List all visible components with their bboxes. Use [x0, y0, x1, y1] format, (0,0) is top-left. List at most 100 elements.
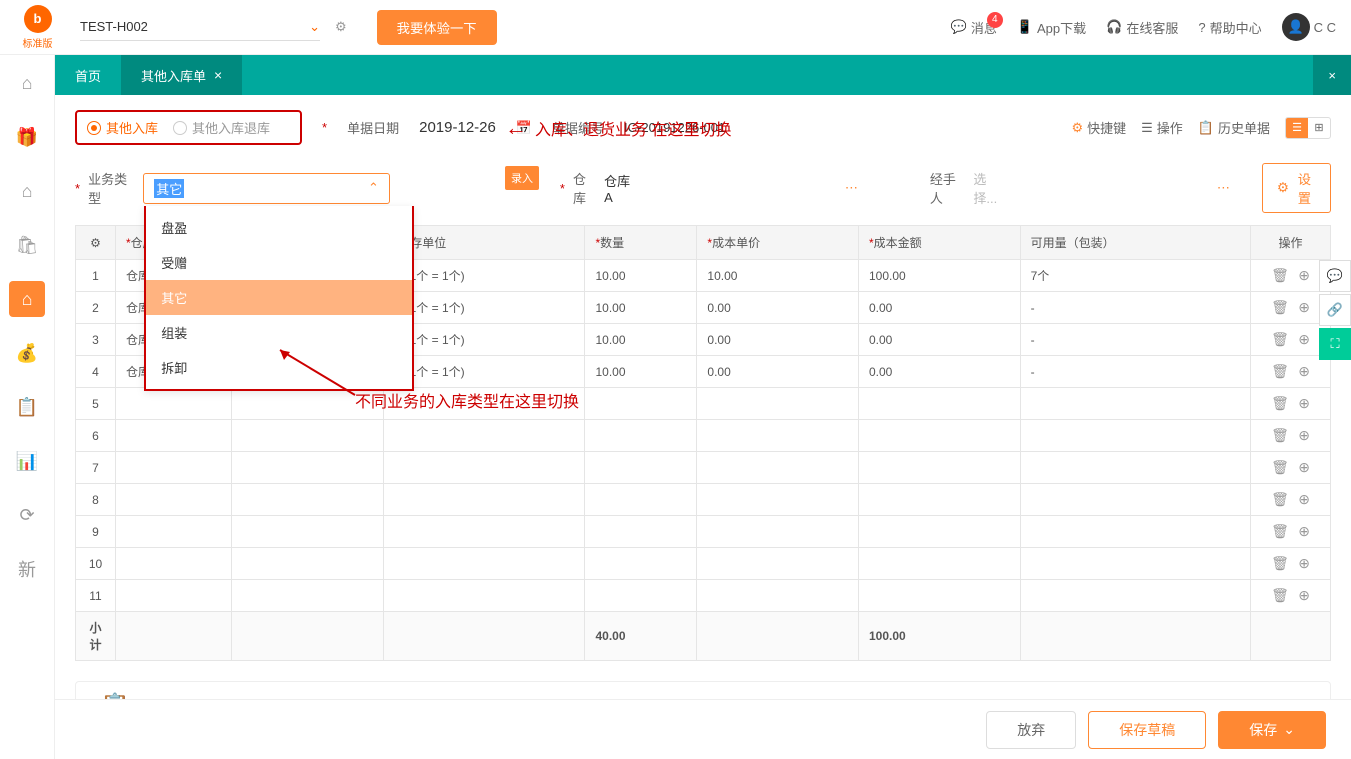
right-link-icon[interactable]: 🔗	[1319, 294, 1351, 326]
shortcut-button[interactable]: ⚙ 快捷键	[1071, 118, 1126, 137]
add-icon[interactable]: ⊕	[1298, 267, 1310, 283]
cell-qty[interactable]: 10.00	[585, 292, 697, 324]
cell-amount[interactable]: 0.00	[859, 324, 1021, 356]
settings-button[interactable]: ⚙ 设置	[1262, 163, 1331, 213]
cell-qty[interactable]	[585, 452, 697, 484]
add-icon[interactable]: ⊕	[1298, 331, 1310, 347]
dropdown-item-shouzeng[interactable]: 受赠	[146, 245, 412, 280]
cell-avail[interactable]	[1020, 548, 1250, 580]
cell-unit[interactable]	[383, 420, 585, 452]
message-button[interactable]: 💬 消息 4	[951, 18, 997, 37]
cell-amount[interactable]	[859, 484, 1021, 516]
cell-spec[interactable]	[232, 516, 383, 548]
radio-inbound[interactable]: 其他入库	[87, 118, 158, 137]
table-row[interactable]: 10 🗑 ⊕	[76, 548, 1331, 580]
cell-price[interactable]: 10.00	[697, 260, 859, 292]
delete-icon[interactable]: 🗑	[1271, 395, 1289, 411]
cell-qty[interactable]	[585, 548, 697, 580]
delete-icon[interactable]: 🗑	[1271, 331, 1289, 347]
cell-price[interactable]: 0.00	[697, 292, 859, 324]
sidebar-bag-icon[interactable]: 🛍	[9, 227, 45, 263]
cell-avail[interactable]	[1020, 452, 1250, 484]
sidebar-refresh-icon[interactable]: ⟳	[9, 497, 45, 533]
cell-avail[interactable]	[1020, 388, 1250, 420]
add-icon[interactable]: ⊕	[1298, 587, 1310, 603]
cell-qty[interactable]	[585, 420, 697, 452]
cell-spec[interactable]	[232, 580, 383, 612]
add-icon[interactable]: ⊕	[1298, 363, 1310, 379]
sidebar-money-icon[interactable]: 💰	[9, 335, 45, 371]
delete-icon[interactable]: 🗑	[1271, 459, 1289, 475]
right-chat-icon[interactable]: 💬	[1319, 260, 1351, 292]
operation-button[interactable]: ☰ 操作	[1141, 118, 1183, 137]
table-row[interactable]: 5 🗑 ⊕	[76, 388, 1331, 420]
add-icon[interactable]: ⊕	[1298, 427, 1310, 443]
cell-amount[interactable]: 0.00	[859, 292, 1021, 324]
cell-price[interactable]: 0.00	[697, 356, 859, 388]
cell-unit[interactable]	[383, 452, 585, 484]
table-row[interactable]: 9 🗑 ⊕	[76, 516, 1331, 548]
cell-price[interactable]	[697, 484, 859, 516]
table-row[interactable]: 8 🗑 ⊕	[76, 484, 1331, 516]
cell-avail[interactable]: -	[1020, 356, 1250, 388]
cell-spec[interactable]	[232, 484, 383, 516]
cell-qty[interactable]	[585, 484, 697, 516]
sidebar-house-icon[interactable]: ⌂	[9, 173, 45, 209]
cell-warehouse[interactable]	[116, 452, 232, 484]
cell-unit[interactable]	[383, 484, 585, 516]
online-service-button[interactable]: 🎧 在线客服	[1106, 18, 1178, 37]
save-draft-button[interactable]: 保存草稿	[1088, 711, 1206, 749]
cell-qty[interactable]: 10.00	[585, 356, 697, 388]
cell-spec[interactable]	[232, 548, 383, 580]
cell-amount[interactable]	[859, 516, 1021, 548]
cell-qty[interactable]	[585, 516, 697, 548]
delete-icon[interactable]: 🗑	[1271, 555, 1289, 571]
date-value[interactable]: 2019-12-26	[419, 119, 496, 136]
cell-warehouse[interactable]	[116, 580, 232, 612]
cell-unit[interactable]	[383, 548, 585, 580]
add-icon[interactable]: ⊕	[1298, 523, 1310, 539]
add-icon[interactable]: ⊕	[1298, 299, 1310, 315]
view-list-button[interactable]: ⊞	[1308, 118, 1330, 138]
app-download-button[interactable]: 📱 App下载	[1017, 18, 1086, 37]
table-gear-header[interactable]: ⚙	[76, 226, 116, 260]
cell-price[interactable]	[697, 420, 859, 452]
discard-button[interactable]: 放弃	[986, 711, 1076, 749]
cell-amount[interactable]: 0.00	[859, 356, 1021, 388]
cell-avail[interactable]	[1020, 484, 1250, 516]
cell-warehouse[interactable]	[116, 548, 232, 580]
user-menu[interactable]: 👤 C C	[1282, 13, 1336, 41]
cell-amount[interactable]	[859, 580, 1021, 612]
delete-icon[interactable]: 🗑	[1271, 363, 1289, 379]
cell-avail[interactable]	[1020, 516, 1250, 548]
cell-spec[interactable]	[232, 420, 383, 452]
delete-icon[interactable]: 🗑	[1271, 427, 1289, 443]
cell-price[interactable]	[697, 580, 859, 612]
add-icon[interactable]: ⊕	[1298, 491, 1310, 507]
cell-qty[interactable]: 10.00	[585, 324, 697, 356]
delete-icon[interactable]: 🗑	[1271, 299, 1289, 315]
add-icon[interactable]: ⊕	[1298, 459, 1310, 475]
history-button[interactable]: 📋 历史单据	[1198, 118, 1270, 137]
sidebar-report-icon[interactable]: 📊	[9, 443, 45, 479]
add-icon[interactable]: ⊕	[1298, 395, 1310, 411]
delete-icon[interactable]: 🗑	[1271, 267, 1289, 283]
sidebar-home-icon[interactable]: ⌂	[9, 65, 45, 101]
sidebar-gift-icon[interactable]: 🎁	[9, 119, 45, 155]
cell-avail[interactable]: -	[1020, 292, 1250, 324]
cell-avail[interactable]	[1020, 420, 1250, 452]
cell-warehouse[interactable]	[116, 516, 232, 548]
cell-amount[interactable]	[859, 388, 1021, 420]
handler-more-icon[interactable]: ⋯	[1217, 180, 1232, 196]
cell-avail[interactable]	[1020, 580, 1250, 612]
dropdown-item-panying[interactable]: 盘盈	[146, 210, 412, 245]
cell-qty[interactable]	[585, 580, 697, 612]
sidebar-clipboard-icon[interactable]: 📋	[9, 389, 45, 425]
cell-price[interactable]	[697, 452, 859, 484]
delete-icon[interactable]: 🗑	[1271, 587, 1289, 603]
sidebar-new-icon[interactable]: 新	[9, 551, 45, 587]
close-icon[interactable]: ×	[214, 67, 222, 83]
add-icon[interactable]: ⊕	[1298, 555, 1310, 571]
cell-amount[interactable]: 100.00	[859, 260, 1021, 292]
delete-icon[interactable]: 🗑	[1271, 523, 1289, 539]
